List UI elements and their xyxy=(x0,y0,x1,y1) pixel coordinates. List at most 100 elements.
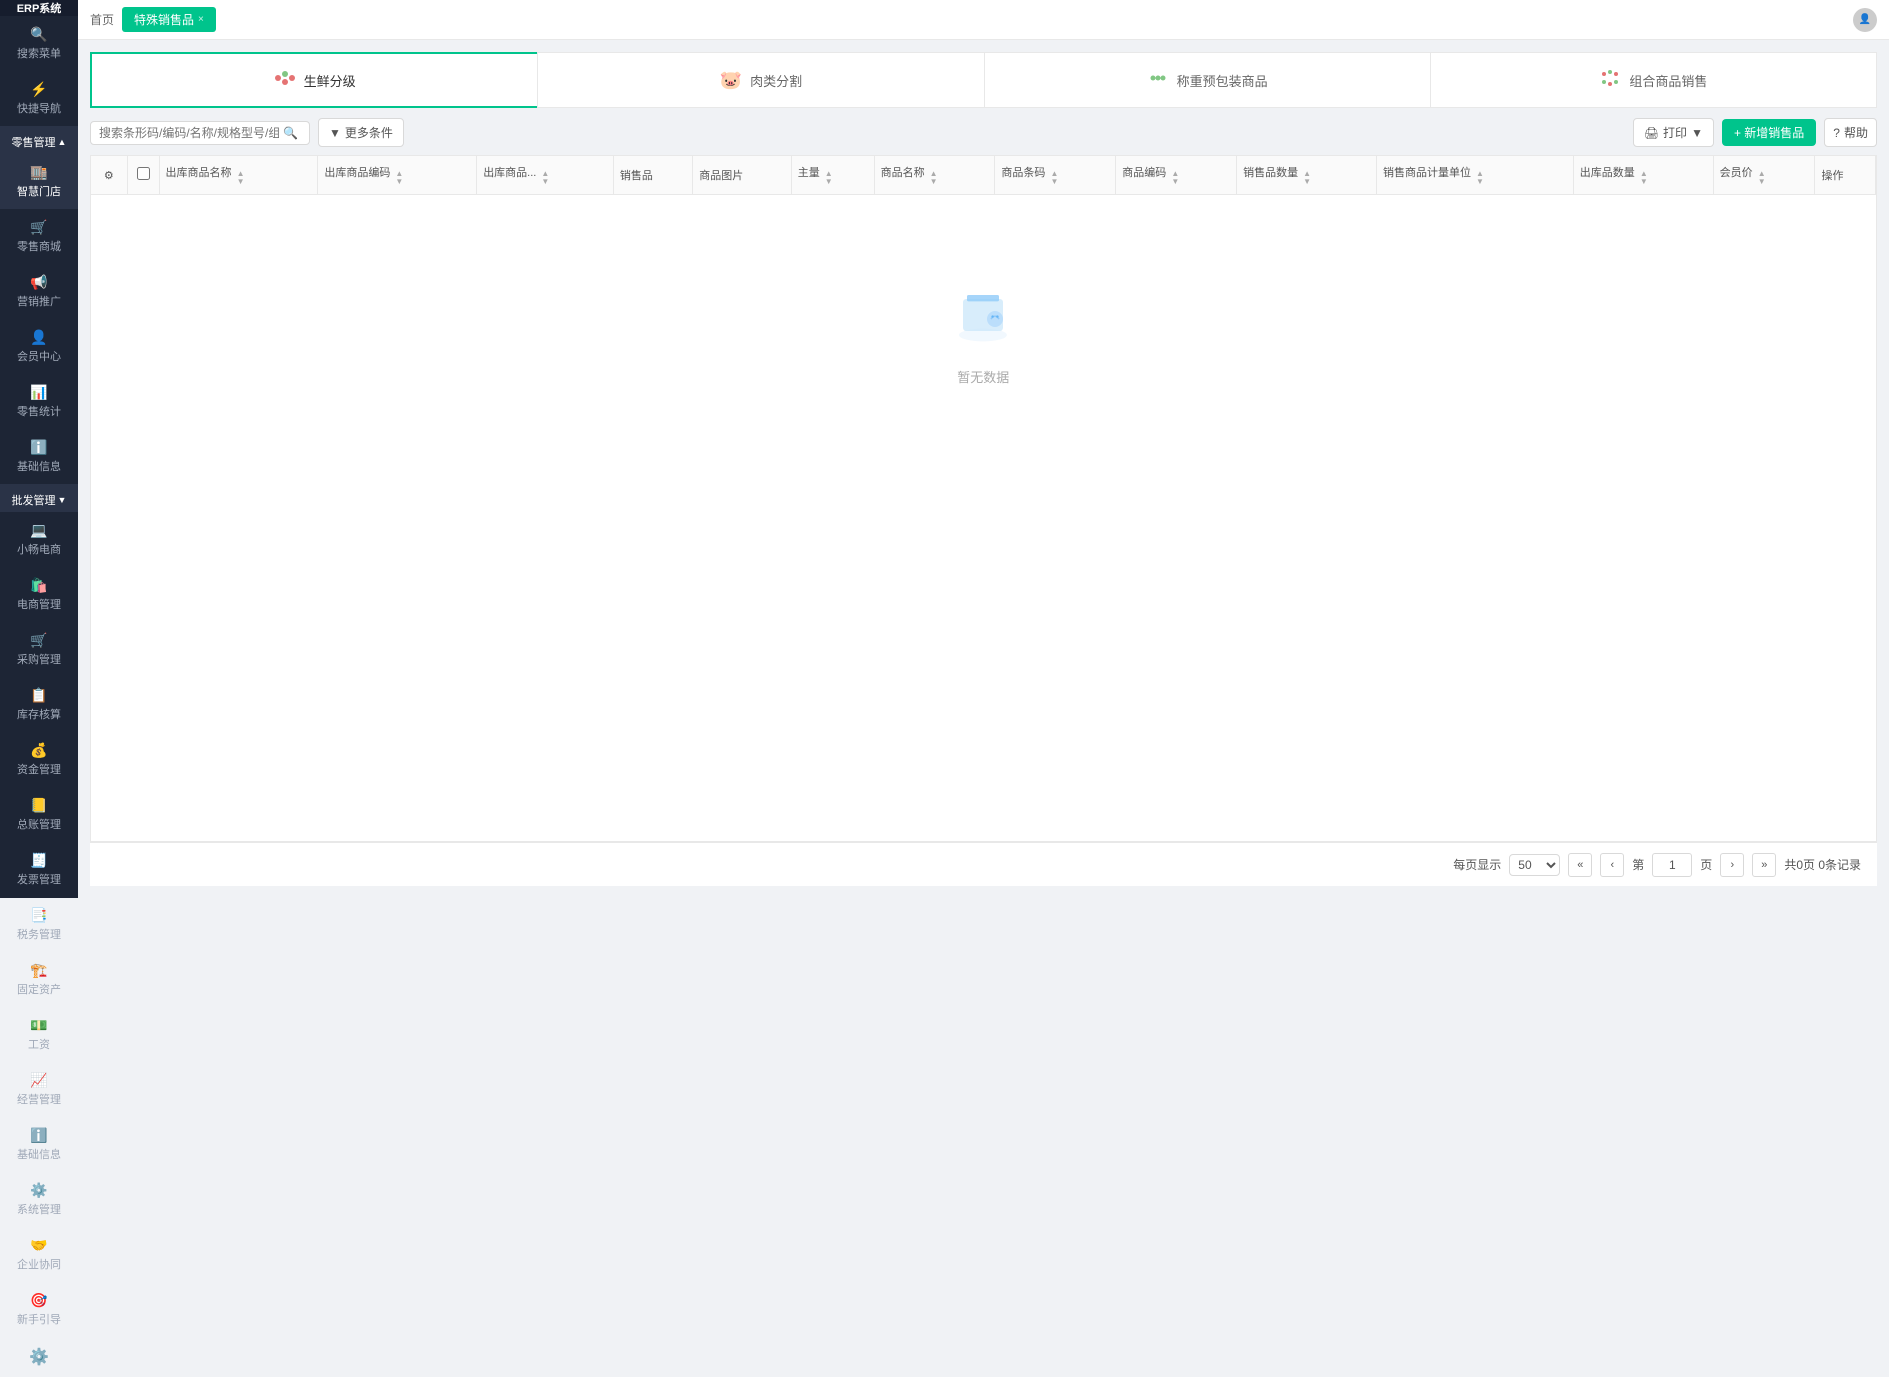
avatar[interactable]: 👤 xyxy=(1853,8,1877,32)
print-icon: 🖨 xyxy=(1644,126,1659,140)
mini-ecommerce-icon: 💻 xyxy=(30,522,47,539)
sidebar-item-mini-ecommerce[interactable]: 💻 小畅电商 xyxy=(0,512,78,567)
search-icon[interactable]: 🔍 xyxy=(283,126,298,140)
sort-icon: ▲▼ xyxy=(1640,170,1648,186)
page-number-input[interactable] xyxy=(1652,853,1692,877)
invoice-mgmt-icon: 🧾 xyxy=(30,852,47,869)
sidebar-item-invoice-mgmt[interactable]: 🧾 发票管理 xyxy=(0,842,78,897)
next-page-button[interactable]: › xyxy=(1720,853,1744,877)
sort-icon: ▲▼ xyxy=(395,170,403,186)
content-area: 生鲜分级 🐷 肉类分割 称重预包装商品 xyxy=(78,40,1889,898)
page-label-before: 第 xyxy=(1632,856,1644,873)
sidebar-item-fixed-assets[interactable]: 🏗️ 固定资产 xyxy=(0,952,78,1007)
col-product-name[interactable]: 商品名称 ▲▼ xyxy=(874,156,995,195)
combo-sales-icon xyxy=(1599,67,1621,94)
prev-page-button[interactable]: ‹ xyxy=(1600,853,1624,877)
print-dropdown-icon: ▼ xyxy=(1691,126,1703,140)
sidebar-item-member-center[interactable]: 👤 会员中心 xyxy=(0,319,78,374)
active-tab[interactable]: 特殊销售品 × xyxy=(122,7,216,32)
topbar: 首页 特殊销售品 × 👤 xyxy=(78,0,1889,40)
sidebar-item-wholesale-mgmt[interactable]: 批发管理 ▼ xyxy=(0,484,78,512)
last-page-button[interactable]: » xyxy=(1752,853,1776,877)
sidebar-item-quick-nav[interactable]: ⚡ 快捷导航 xyxy=(0,71,78,126)
sidebar-item-ecommerce-mgmt[interactable]: 🛍️ 电商管理 xyxy=(0,567,78,622)
col-product-code[interactable]: 商品编码 ▲▼ xyxy=(1116,156,1237,195)
close-tab-button[interactable]: × xyxy=(198,14,204,25)
col-member-price[interactable]: 会员价 ▲▼ xyxy=(1713,156,1815,195)
col-out-product-code[interactable]: 出库商品编码 ▲▼ xyxy=(318,156,477,195)
sidebar-item-label: 固定资产 xyxy=(17,981,61,997)
tab-meat-cut[interactable]: 🐷 肉类分割 xyxy=(537,52,983,108)
sidebar-item-label: 总账管理 xyxy=(17,816,61,832)
search-box[interactable]: 🔍 xyxy=(90,121,310,145)
chevron-down-icon: ▲ xyxy=(58,137,67,147)
col-sales-qty[interactable]: 销售品数量 ▲▼ xyxy=(1237,156,1377,195)
sidebar-item-system-mgmt[interactable]: ⚙️ 系统管理 xyxy=(0,1172,78,1227)
sidebar-item-label: 发票管理 xyxy=(17,871,61,887)
sidebar-item-capital-mgmt[interactable]: 💰 资金管理 xyxy=(0,732,78,787)
col-check[interactable] xyxy=(127,156,159,195)
app-logo: ERP系统 xyxy=(0,0,78,16)
col-out-product-short[interactable]: 出库商品... ▲▼ xyxy=(477,156,614,195)
sidebar-item-label: 零售统计 xyxy=(17,403,61,419)
sidebar-item-smart-store[interactable]: 🏬 智慧门店 xyxy=(0,154,78,209)
tab-combo-sales-label: 组合商品销售 xyxy=(1629,71,1707,90)
sidebar-item-basic-info[interactable]: ℹ️ 基础信息 xyxy=(0,429,78,484)
sidebar-item-retail-mall[interactable]: 🛒 零售商城 xyxy=(0,209,78,264)
sidebar-item-label: 系统管理 xyxy=(17,1201,61,1217)
fresh-grade-icon xyxy=(274,67,296,94)
capital-mgmt-icon: 💰 xyxy=(30,742,47,759)
sidebar-item-purchase-mgmt[interactable]: 🛒 采购管理 xyxy=(0,622,78,677)
sort-icon: ▲▼ xyxy=(930,170,938,186)
sidebar-item-retail-stats[interactable]: 📊 零售统计 xyxy=(0,374,78,429)
sidebar-item-search-menu[interactable]: 🔍 搜索菜单 xyxy=(0,16,78,71)
meat-cut-icon: 🐷 xyxy=(720,70,742,91)
filter-label: 更多条件 xyxy=(345,124,393,141)
system-mgmt-icon: ⚙️ xyxy=(30,1182,47,1199)
search-input[interactable] xyxy=(99,126,279,140)
basic-info-icon: ℹ️ xyxy=(30,439,47,456)
sidebar-item-retail-mgmt[interactable]: 零售管理 ▲ xyxy=(0,126,78,154)
help-button[interactable]: ? 帮助 xyxy=(1824,118,1877,147)
sidebar-item-label: 工资 xyxy=(28,1036,50,1052)
sidebar-item-marketing[interactable]: 📢 营销推广 xyxy=(0,264,78,319)
per-page-label: 每页显示 xyxy=(1453,856,1501,873)
sidebar-item-ledger-mgmt[interactable]: 📒 总账管理 xyxy=(0,787,78,842)
col-out-product-name[interactable]: 出库商品名称 ▲▼ xyxy=(159,156,318,195)
enterprise-agree-icon: 🤝 xyxy=(30,1237,47,1254)
page-label-after: 页 xyxy=(1700,856,1712,873)
sidebar-item-basic-info2[interactable]: ℹ️ 基础信息 xyxy=(0,1117,78,1172)
marketing-icon: 📢 xyxy=(30,274,47,291)
toolbar: 🔍 ▼ 更多条件 🖨 打印 ▼ + 新增销售品 ? 帮助 xyxy=(90,118,1877,147)
tab-combo-sales[interactable]: 组合商品销售 xyxy=(1430,52,1877,108)
filter-button[interactable]: ▼ 更多条件 xyxy=(318,118,404,147)
tab-fresh-grade[interactable]: 生鲜分级 xyxy=(90,52,537,108)
col-barcode[interactable]: 商品条码 ▲▼ xyxy=(995,156,1116,195)
topbar-right: 👤 xyxy=(1853,8,1877,32)
settings-button[interactable]: ⚙️ xyxy=(0,1337,78,1377)
print-button[interactable]: 🖨 打印 ▼ xyxy=(1633,118,1714,147)
sidebar-item-label: 会员中心 xyxy=(17,348,61,364)
tab-weigh-pack[interactable]: 称重预包装商品 xyxy=(984,52,1430,108)
first-page-button[interactable]: « xyxy=(1568,853,1592,877)
col-out-qty[interactable]: 出库品数量 ▲▼ xyxy=(1573,156,1713,195)
add-product-button[interactable]: + 新增销售品 xyxy=(1722,119,1816,146)
col-gear[interactable]: ⚙ xyxy=(91,156,127,195)
sort-icon: ▲▼ xyxy=(237,170,245,186)
gear-icon: ⚙ xyxy=(104,170,114,182)
sidebar-item-wages[interactable]: 💵 工资 xyxy=(0,1007,78,1062)
sidebar-item-label: 基础信息 xyxy=(17,1146,61,1162)
home-link[interactable]: 首页 xyxy=(90,11,114,28)
col-main-unit[interactable]: 主量 ▲▼ xyxy=(791,156,874,195)
per-page-select[interactable]: 50 10 20 100 xyxy=(1509,854,1560,876)
select-all-checkbox[interactable] xyxy=(137,167,150,180)
sidebar-item-newbie-guide[interactable]: 🎯 新手引导 xyxy=(0,1282,78,1337)
sidebar-item-enterprise-agree[interactable]: 🤝 企业协同 xyxy=(0,1227,78,1282)
sidebar-item-label: 营销推广 xyxy=(17,293,61,309)
sidebar-item-tax-mgmt[interactable]: 📑 税务管理 xyxy=(0,897,78,952)
col-sales-unit[interactable]: 销售商品计量单位 ▲▼ xyxy=(1376,156,1573,195)
sidebar-item-stock-check[interactable]: 📋 库存核算 xyxy=(0,677,78,732)
sidebar-item-operations-mgmt[interactable]: 📈 经营管理 xyxy=(0,1062,78,1117)
wages-icon: 💵 xyxy=(30,1017,47,1034)
operations-mgmt-icon: 📈 xyxy=(30,1072,47,1089)
